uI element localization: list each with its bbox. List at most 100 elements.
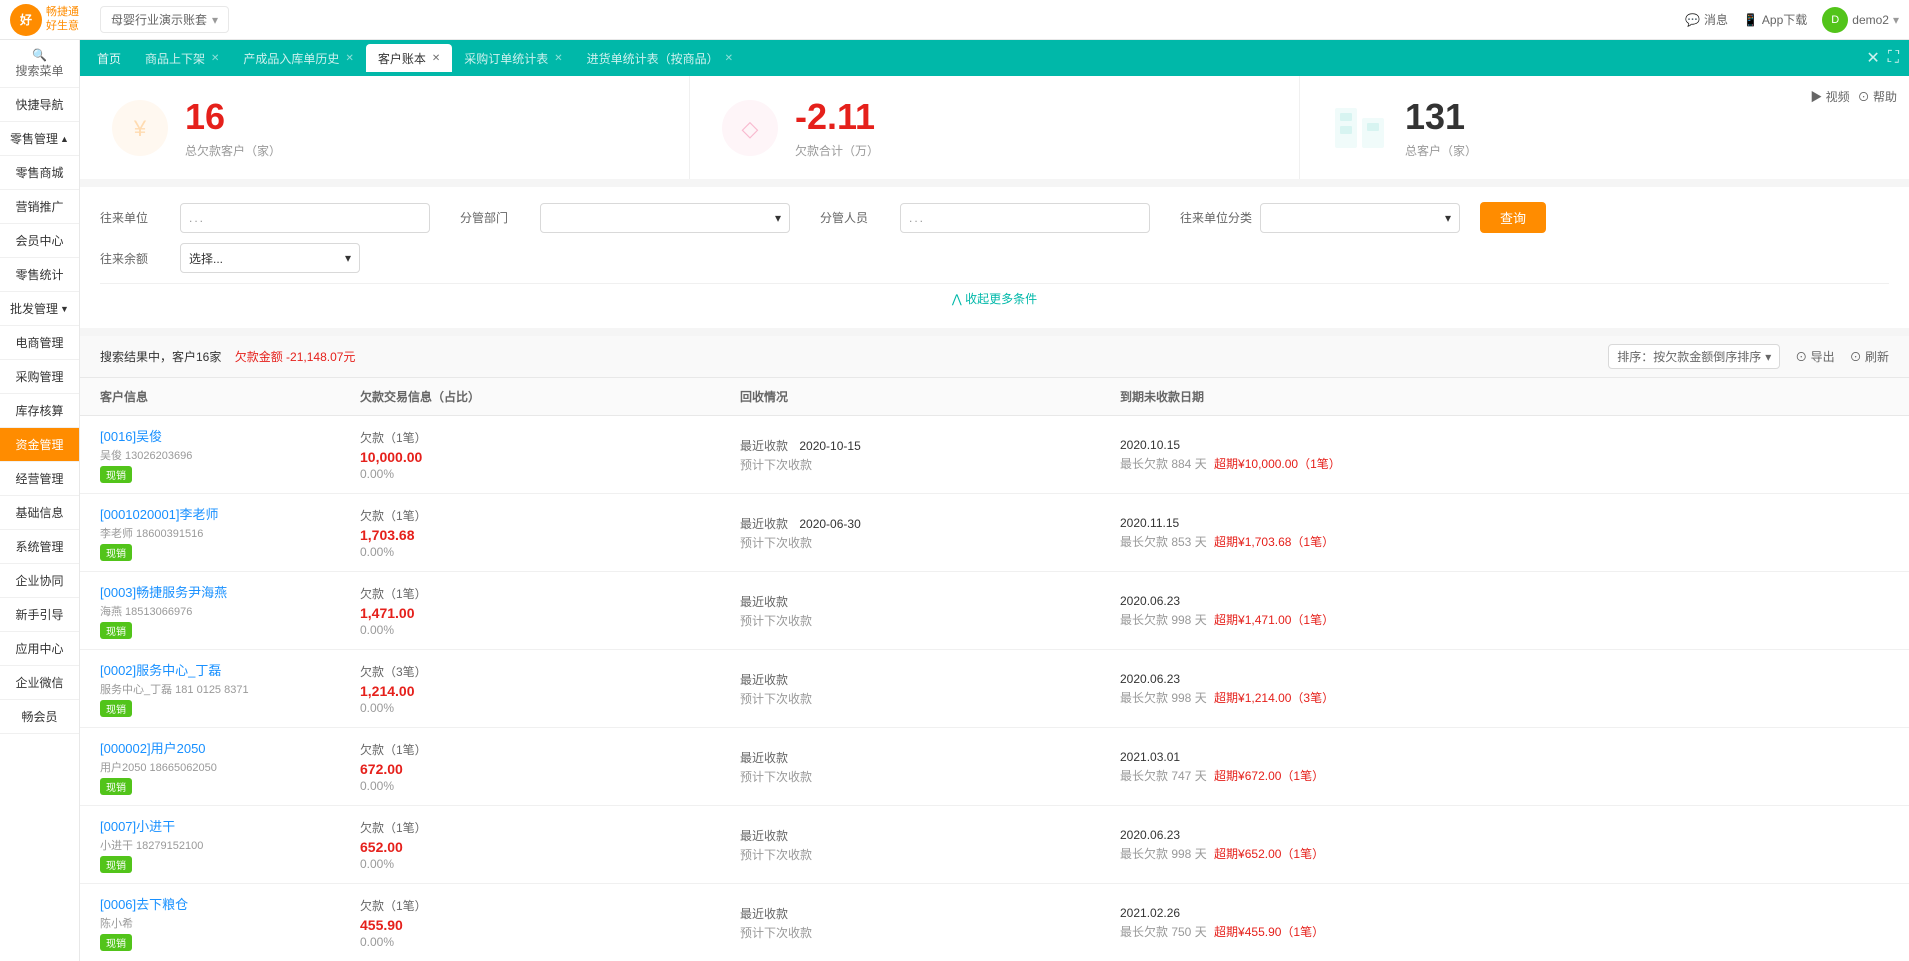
download-icon: 📱 (1743, 13, 1758, 27)
sidebar-item-retail-mall[interactable]: 零售商城 (0, 156, 79, 190)
return-next-6: 预计下次收款 (740, 924, 1120, 941)
customer-info-4: [000002]用户2050 用户2050 18665062050 现销 (100, 738, 360, 795)
customer-name-6[interactable]: [0006]去下粮仓 (100, 894, 360, 913)
close-icon[interactable]: ✕ (725, 53, 733, 64)
customer-name-3[interactable]: [0002]服务中心_丁磊 (100, 660, 360, 679)
tab-purchase-stats-label: 进货单统计表（按商品） (587, 50, 719, 67)
refresh-btn[interactable]: ⊙ 刷新 (1850, 348, 1889, 365)
wechat-label: 企业微信 (15, 676, 63, 690)
expand-btn[interactable]: ⛶ (1888, 49, 1899, 67)
sidebar-item-purchase[interactable]: 采购管理 (0, 360, 79, 394)
sidebar-item-system[interactable]: 系统管理 (0, 530, 79, 564)
return-recent-5: 最近收款 (740, 827, 1120, 844)
close-icon[interactable]: ✕ (432, 53, 440, 64)
app-download-btn[interactable]: 📱 App下载 (1743, 11, 1807, 28)
overdue-date-1: 2020.11.15 (1120, 516, 1889, 530)
query-button[interactable]: 查询 (1480, 202, 1546, 233)
debt-info-6: 欠款（1笔） 455.90 0.00% (360, 897, 740, 949)
stat-card-debt-customers: ¥ 16 总欠款客户（家） (80, 76, 690, 179)
export-btn[interactable]: ⊙ 导出 (1795, 348, 1834, 365)
sidebar-item-operation[interactable]: 经营管理 (0, 462, 79, 496)
tab-home[interactable]: 首页 (85, 44, 133, 72)
close-icon[interactable]: ✕ (554, 53, 562, 64)
person-input[interactable]: ... (900, 203, 1150, 233)
debt-amount-label: 欠款合计（万） (795, 142, 879, 159)
customer-name-1[interactable]: [0001020001]李老师 (100, 504, 360, 523)
unit-class-select[interactable]: ▾ (1260, 203, 1460, 233)
help-btn[interactable]: ⊙ 帮助 (1858, 88, 1897, 105)
return-info-0: 最近收款 2020-10-15 预计下次收款 (740, 437, 1120, 473)
overdue-link-2[interactable]: 超期¥1,471.00（1笔） (1214, 613, 1334, 627)
tab-customer-account[interactable]: 客户账本 ✕ (366, 44, 452, 72)
sort-selector[interactable]: 排序：按欠款金额倒序排序 ▾ (1608, 344, 1780, 369)
table-container: 客户信息 欠款交易信息（占比） 回收情况 到期未收款日期 [0016]吴俊 吴俊… (80, 378, 1909, 961)
table-row: [0016]吴俊 吴俊 13026203696 现销 欠款（1笔） 10,000… (80, 416, 1909, 494)
overdue-link-0[interactable]: 超期¥10,000.00（1笔） (1214, 457, 1341, 471)
return-recent-date-0: 2020-10-15 (799, 439, 860, 453)
sidebar-item-nav[interactable]: 快捷导航 (0, 88, 79, 122)
customer-name-2[interactable]: [0003]畅捷服务尹海燕 (100, 582, 360, 601)
overdue-info-3: 2020.06.23 最长欠款 998 天 超期¥1,214.00（3笔） (1120, 672, 1889, 706)
appstore-label: 应用中心 (15, 642, 63, 656)
members-label: 会员中心 (15, 234, 63, 248)
guide-label: 新手引导 (15, 608, 63, 622)
chevron-icon: ▲ (60, 134, 69, 144)
search-menu-btn[interactable]: 🔍 搜索菜单 (0, 40, 79, 88)
sidebar-item-enterprise[interactable]: 企业协同 (0, 564, 79, 598)
overdue-link-1[interactable]: 超期¥1,703.68（1笔） (1214, 535, 1334, 549)
overdue-days-2: 最长欠款 998 天 (1120, 613, 1207, 627)
sidebar-item-basic-info[interactable]: 基础信息 (0, 496, 79, 530)
overdue-link-4[interactable]: 超期¥672.00（1笔） (1214, 769, 1324, 783)
sidebar-item-ecommerce[interactable]: 电商管理 (0, 326, 79, 360)
system-label: 系统管理 (15, 540, 63, 554)
sidebar-item-inventory[interactable]: 库存核算 (0, 394, 79, 428)
industry-selector[interactable]: 母婴行业演示账套 ▾ (100, 6, 229, 33)
debt-info-3: 欠款（3笔） 1,214.00 0.00% (360, 663, 740, 715)
help-label: 帮助 (1873, 90, 1897, 104)
customer-name-4[interactable]: [000002]用户2050 (100, 738, 360, 757)
sidebar-item-guide[interactable]: 新手引导 (0, 598, 79, 632)
overdue-link-5[interactable]: 超期¥652.00（1笔） (1214, 847, 1324, 861)
sidebar-item-wechat[interactable]: 企业微信 (0, 666, 79, 700)
overdue-link-6[interactable]: 超期¥455.90（1笔） (1214, 925, 1324, 939)
content-area: ¥ 16 总欠款客户（家） ◇ (80, 76, 1909, 961)
tab-purchase-order-stats-label: 采购订单统计表 (464, 50, 548, 67)
source-unit-input[interactable]: ... (180, 203, 430, 233)
video-btn[interactable]: ▶ 视频 (1810, 88, 1849, 105)
sidebar-item-retail-mgmt[interactable]: 零售管理 ▲ (0, 122, 79, 156)
sidebar-item-wholesale[interactable]: 批发管理 ▼ (0, 292, 79, 326)
customer-tag-6: 现销 (100, 934, 132, 951)
tab-purchase-order-stats[interactable]: 采购订单统计表 ✕ (452, 44, 574, 72)
balance-select[interactable]: 选择... ▾ (180, 243, 360, 273)
user-menu[interactable]: D demo2 ▾ (1822, 7, 1899, 33)
close-all-btn[interactable]: ✕ (1866, 48, 1879, 68)
debt-amount-3: 1,214.00 (360, 683, 740, 699)
inventory-label: 库存核算 (15, 404, 63, 418)
return-recent-label-5: 最近收款 (740, 829, 788, 843)
customer-name-5[interactable]: [0007]小进干 (100, 816, 360, 835)
sidebar-item-appstore[interactable]: 应用中心 (0, 632, 79, 666)
close-icon[interactable]: ✕ (211, 53, 219, 64)
tab-purchase-history[interactable]: 产成品入库单历史 ✕ (231, 44, 365, 72)
return-next-1: 预计下次收款 (740, 534, 1120, 551)
collapse-btn[interactable]: ⋀ 收起更多条件 (100, 283, 1889, 313)
sidebar-item-members[interactable]: 会员中心 (0, 224, 79, 258)
tab-product-listing[interactable]: 商品上下架 ✕ (133, 44, 231, 72)
sidebar-item-vip[interactable]: 畅会员 (0, 700, 79, 734)
overdue-link-3[interactable]: 超期¥1,214.00（3笔） (1214, 691, 1334, 705)
close-icon[interactable]: ✕ (345, 53, 353, 64)
retail-stats-label: 零售统计 (15, 268, 63, 282)
tab-purchase-stats[interactable]: 进货单统计表（按商品） ✕ (575, 44, 745, 72)
sidebar-item-marketing[interactable]: 营销推广 (0, 190, 79, 224)
customer-tag-2: 现销 (100, 622, 132, 639)
message-btn[interactable]: 💬 消息 (1685, 11, 1728, 28)
sidebar-item-finance[interactable]: 资金管理 (0, 428, 79, 462)
customer-name-0[interactable]: [0016]吴俊 (100, 426, 360, 445)
return-next-3: 预计下次收款 (740, 690, 1120, 707)
sidebar-item-retail-stats[interactable]: 零售统计 (0, 258, 79, 292)
app-download-label: App下载 (1762, 11, 1807, 28)
overdue-date-6: 2021.02.26 (1120, 906, 1889, 920)
dept-select[interactable]: ▾ (540, 203, 790, 233)
overdue-date-5: 2020.06.23 (1120, 828, 1889, 842)
purchase-label: 采购管理 (15, 370, 63, 384)
